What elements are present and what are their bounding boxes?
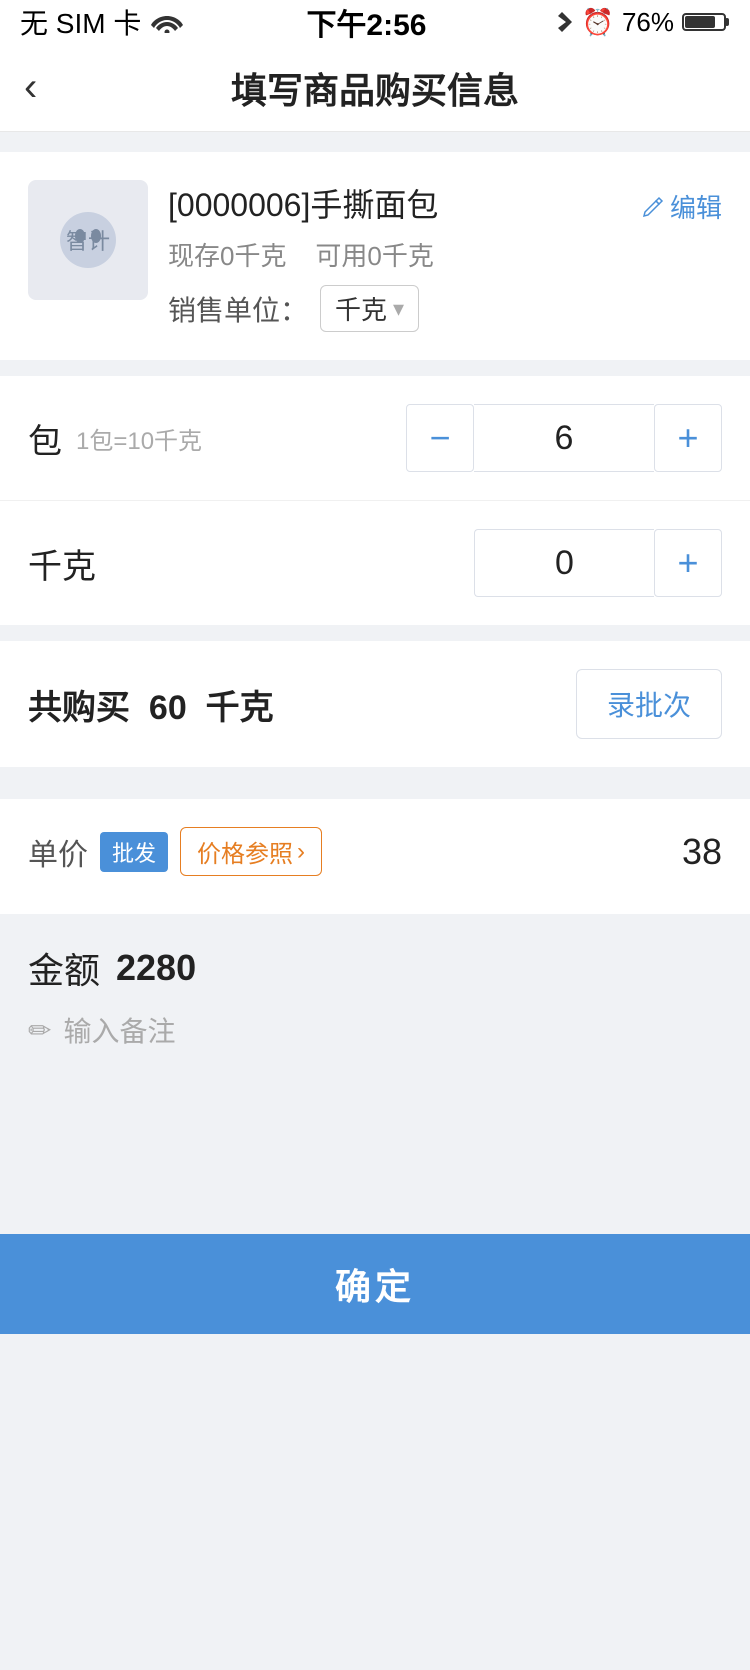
unit-selector[interactable]: 千克 ▾ [320,285,419,332]
batch-button[interactable]: 录批次 [576,669,722,739]
quantity-row-kg: 千克 + [0,501,750,625]
product-logo: 智计 [58,210,118,270]
product-card: 智计 [0000006]手撕面包 现存0千克 可用0千克 销售单位： 千克 ▾ [0,152,750,360]
bao-label: 包 1包=10千克 [28,414,202,463]
quantity-section: 包 1包=10千克 − + 千克 + [0,376,750,625]
kg-input[interactable] [474,529,654,597]
wifi-icon [151,11,183,33]
edit-icon [642,196,664,218]
kg-label: 千克 [28,539,96,588]
product-stock: 现存0千克 可用0千克 [168,236,722,273]
product-name: [0000006]手撕面包 [168,180,722,226]
sim-indicator: 无 SIM 卡 [20,2,141,42]
edit-button[interactable]: 编辑 [642,188,722,225]
total-text: 共购买 60 千克 [28,680,274,729]
nav-bar: ‹ 填写商品购买信息 [0,44,750,132]
svg-text:智计: 智计 [66,229,110,254]
product-unit: 销售单位： 千克 ▾ [168,285,722,332]
kg-control: + [474,529,722,597]
amount-section: 金额 2280 ✏ 输入备注 [0,914,750,1070]
bao-decrease-button[interactable]: − [406,404,474,472]
battery-text: 76% [622,7,674,38]
product-info: [0000006]手撕面包 现存0千克 可用0千克 销售单位： 千克 ▾ [168,180,722,332]
total-amount: 60 [149,689,187,727]
product-image: 智计 [28,180,148,300]
clock-icon: ⏰ [582,7,614,38]
bao-control: − + [406,404,722,472]
price-value: 38 [682,831,722,873]
price-label: 单价 批发 价格参照 › [28,827,322,876]
note-row[interactable]: ✏ 输入备注 [28,1010,722,1050]
status-left: 无 SIM 卡 [20,2,183,42]
total-section: 共购买 60 千克 录批次 [0,641,750,767]
price-badge: 批发 [100,832,168,872]
quantity-row-bao: 包 1包=10千克 − + [0,376,750,501]
page-title: 填写商品购买信息 [231,62,519,114]
price-section: 单价 批发 价格参照 › 38 [0,799,750,914]
dropdown-arrow-icon: ▾ [393,296,404,322]
price-row: 单价 批发 价格参照 › 38 [28,827,722,876]
battery-icon [682,10,730,34]
location-icon [550,10,574,34]
back-button[interactable]: ‹ [24,65,37,110]
note-placeholder[interactable]: 输入备注 [63,1010,175,1050]
amount-row: 金额 2280 [28,942,722,994]
status-right: ⏰ 76% [550,7,730,38]
status-bar: 无 SIM 卡 下午2:56 ⏰ 76% [0,0,750,44]
bao-input[interactable] [474,404,654,472]
status-time: 下午2:56 [306,0,426,44]
kg-increase-button[interactable]: + [654,529,722,597]
confirm-button[interactable]: 确定 [0,1234,750,1334]
bao-increase-button[interactable]: + [654,404,722,472]
note-icon: ✏ [28,1014,51,1047]
ref-arrow-icon: › [297,838,305,866]
amount-value: 2280 [116,947,196,989]
price-ref-button[interactable]: 价格参照 › [180,827,322,876]
